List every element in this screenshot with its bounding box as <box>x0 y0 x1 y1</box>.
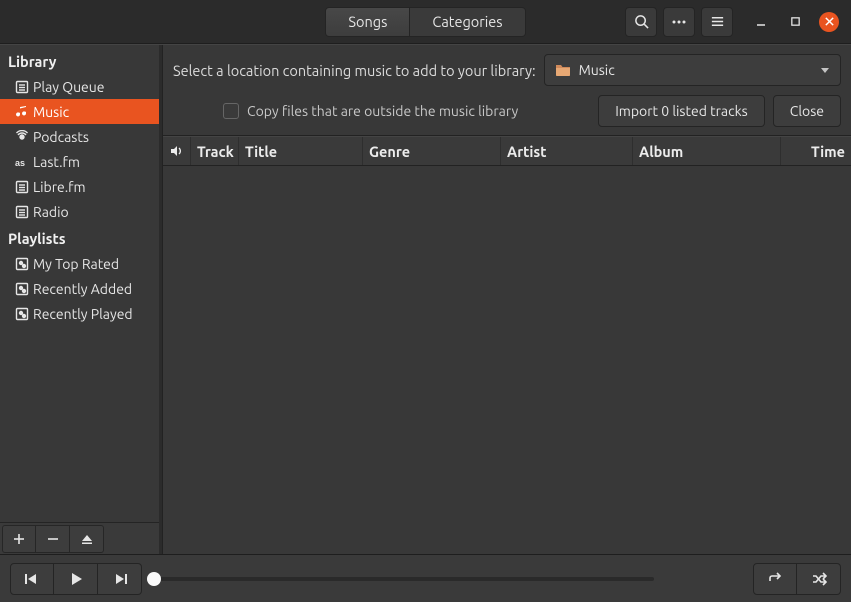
play-button[interactable] <box>54 563 98 595</box>
dots-icon <box>671 14 687 30</box>
queue-icon <box>15 80 29 94</box>
previous-button[interactable] <box>10 563 54 595</box>
sidebar-item-recently-added[interactable]: Recently Added <box>0 276 162 301</box>
podcast-icon <box>15 130 29 144</box>
sidebar-item-play-queue[interactable]: Play Queue <box>0 74 162 99</box>
sidebar-add-button[interactable] <box>2 525 36 553</box>
sidebar-remove-button[interactable] <box>36 525 70 553</box>
playbar <box>0 554 851 602</box>
skip-previous-icon <box>24 572 40 586</box>
seek-thumb <box>147 572 161 586</box>
window-maximize[interactable] <box>785 12 805 32</box>
table-header: TrackTitleGenreArtistAlbumTime <box>163 136 851 166</box>
sidebar-item-music[interactable]: Music <box>0 99 162 124</box>
window-close[interactable] <box>819 12 839 32</box>
play-icon <box>69 572 83 586</box>
seek-track <box>154 577 654 581</box>
column-genre[interactable]: Genre <box>363 137 501 165</box>
column-playing[interactable] <box>163 137 191 165</box>
sidebar-toolbar <box>0 522 162 554</box>
sidebar-item-recently-played[interactable]: Recently Played <box>0 301 162 326</box>
sidebar-item-label: Podcasts <box>33 129 89 145</box>
minimize-icon <box>755 16 767 28</box>
eject-icon <box>80 532 94 546</box>
sidebar-item-label: Play Queue <box>33 79 105 95</box>
close-button[interactable]: Close <box>773 95 841 127</box>
close-icon <box>824 16 835 27</box>
repeat-button[interactable] <box>753 563 797 595</box>
checkbox-icon <box>223 103 239 119</box>
column-artist[interactable]: Artist <box>501 137 633 165</box>
sidebar-item-podcasts[interactable]: Podcasts <box>0 124 162 149</box>
titlebar: Songs Categories <box>0 0 851 44</box>
window-minimize[interactable] <box>751 12 771 32</box>
hamburger-icon <box>710 14 725 29</box>
transport-controls <box>10 563 142 595</box>
minus-icon <box>46 532 60 546</box>
more-button[interactable] <box>663 7 695 37</box>
main-area: Library Play Queue Music Podcasts as Last.fm L… <box>0 44 851 554</box>
sidebar-list: Library Play Queue Music Podcasts as Last.fm L… <box>0 45 162 522</box>
skip-next-icon <box>112 572 128 586</box>
smart-icon <box>15 282 29 296</box>
column-album[interactable]: Album <box>633 137 781 165</box>
folder-name: Music <box>579 62 615 78</box>
copy-files-checkbox[interactable]: Copy files that are outside the music li… <box>223 103 518 119</box>
sidebar-item-label: Recently Played <box>33 306 133 322</box>
smart-icon <box>15 257 29 271</box>
sidebar-item-lastfm[interactable]: as Last.fm <box>0 149 162 174</box>
tab-songs[interactable]: Songs <box>325 7 410 37</box>
import-prompt: Select a location containing music to ad… <box>173 62 536 79</box>
sidebar-item-top-rated[interactable]: My Top Rated <box>0 251 162 276</box>
menu-button[interactable] <box>701 7 733 37</box>
table-body <box>163 166 851 554</box>
window-controls <box>751 12 839 32</box>
sidebar-eject-button[interactable] <box>70 525 104 553</box>
column-time[interactable]: Time <box>781 137 851 165</box>
folder-chooser[interactable]: Music <box>544 54 841 86</box>
sidebar-item-label: Radio <box>33 204 69 220</box>
smart-icon <box>15 307 29 321</box>
list-icon <box>15 180 29 194</box>
view-switcher: Songs Categories <box>325 7 525 37</box>
shuffle-button[interactable] <box>797 563 841 595</box>
sidebar-item-label: Libre.fm <box>33 179 86 195</box>
plus-icon <box>12 532 26 546</box>
folder-icon <box>555 63 571 77</box>
shuffle-icon <box>811 572 827 586</box>
search-icon <box>634 14 649 29</box>
import-panel: Select a location containing music to ad… <box>163 45 851 136</box>
seek-slider[interactable] <box>154 577 654 581</box>
next-button[interactable] <box>98 563 142 595</box>
copy-files-label: Copy files that are outside the music li… <box>247 103 518 119</box>
sidebar-item-radio[interactable]: Radio <box>0 199 162 224</box>
sidebar-item-label: Recently Added <box>33 281 132 297</box>
maximize-icon <box>790 16 801 27</box>
import-button[interactable]: Import 0 listed tracks <box>598 95 765 127</box>
sidebar-heading: Playlists <box>0 224 162 251</box>
sidebar-heading: Library <box>0 47 162 74</box>
repeat-icon <box>767 572 783 586</box>
chevron-down-icon <box>820 65 830 75</box>
search-button[interactable] <box>625 7 657 37</box>
tab-categories[interactable]: Categories <box>410 7 525 37</box>
list-icon <box>15 205 29 219</box>
sidebar-item-label: Last.fm <box>33 154 80 170</box>
speaker-icon <box>169 144 183 158</box>
column-title[interactable]: Title <box>239 137 363 165</box>
sidebar: Library Play Queue Music Podcasts as Last.fm L… <box>0 45 163 554</box>
sidebar-item-librefm[interactable]: Libre.fm <box>0 174 162 199</box>
content-area: Select a location containing music to ad… <box>163 45 851 554</box>
column-track[interactable]: Track <box>191 137 239 165</box>
music-icon <box>15 105 29 119</box>
lastfm-icon: as <box>15 155 29 169</box>
sidebar-item-label: Music <box>33 104 69 120</box>
svg-text:as: as <box>15 158 25 168</box>
sidebar-item-label: My Top Rated <box>33 256 119 272</box>
